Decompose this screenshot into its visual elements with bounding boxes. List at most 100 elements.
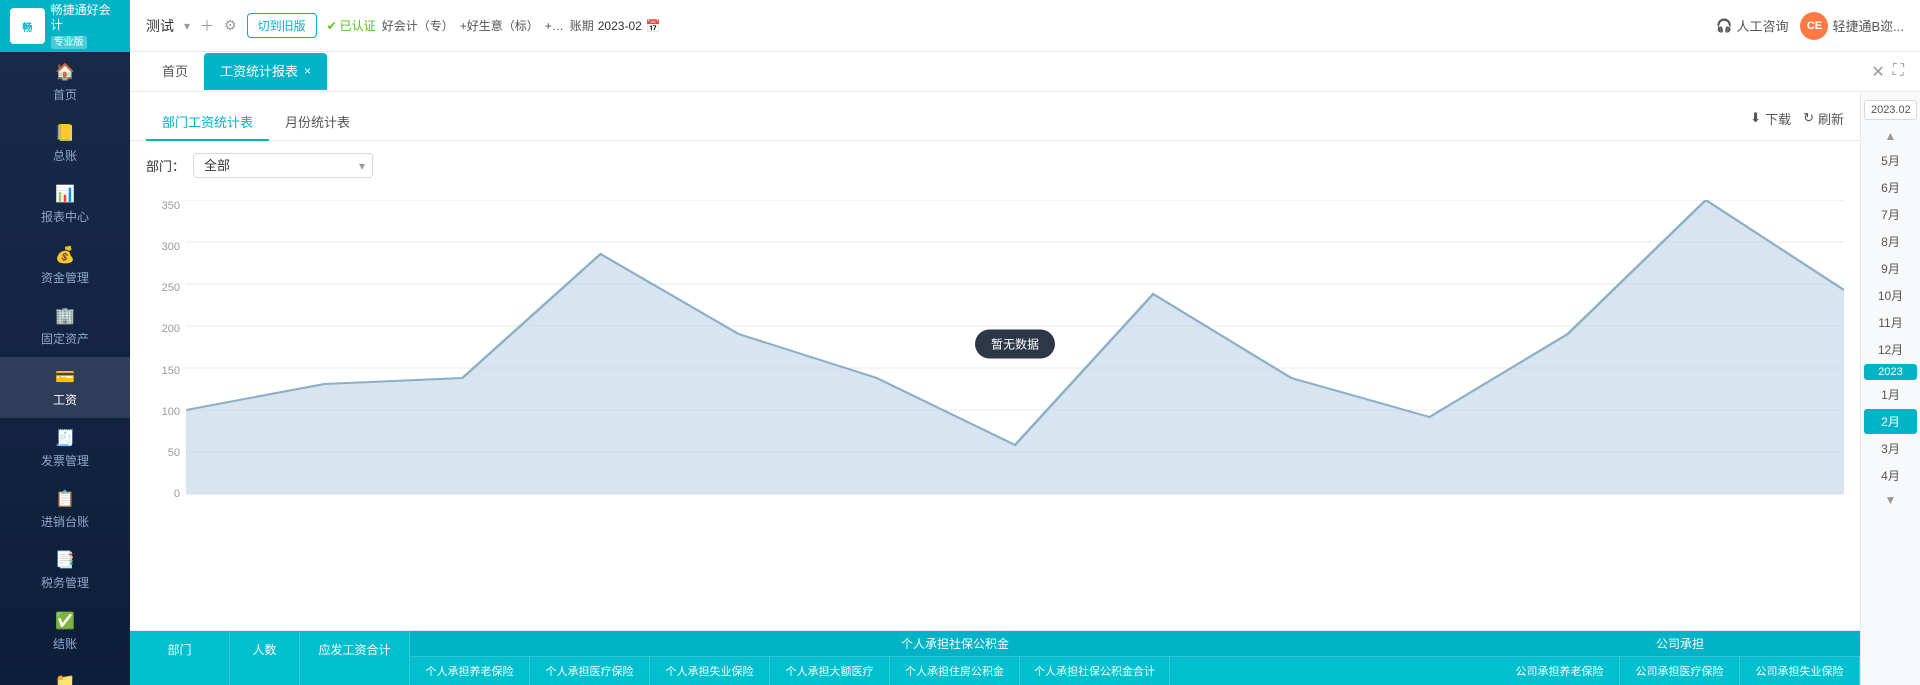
th-count: 人数	[230, 631, 300, 685]
content-main: 部门工资统计表 月份统计表 ⬇ 下载 ↻ 刷新	[130, 92, 1860, 685]
th-dept: 部门	[130, 631, 230, 685]
user-menu[interactable]: CE 轻捷通B迩...	[1800, 12, 1904, 40]
assets-icon: 🏢	[55, 306, 75, 326]
tab-salary[interactable]: 工资统计报表 ×	[204, 53, 327, 90]
dropdown-arrow-icon[interactable]: ▾	[184, 19, 190, 33]
sidebar-item-sales[interactable]: 📋 进销台账	[0, 479, 130, 540]
th-total-salary: 应发工资合计	[300, 631, 410, 685]
panel-month-10[interactable]: 10月	[1864, 283, 1917, 308]
settings-topbar-icon[interactable]: ⚙	[224, 17, 237, 34]
th-company-unemployment: 公司承担失业保险	[1740, 657, 1860, 685]
th-personal-group: 个人承担社保公积金 个人承担养老保险 个人承担医疗保险 个人承担失业保险 个人承…	[410, 631, 1500, 685]
panel-month-7[interactable]: 7月	[1864, 202, 1917, 227]
invoice-icon: 🧾	[55, 428, 75, 448]
project-name: 测试	[146, 16, 174, 36]
verified-tag: ✔ 已认证	[327, 17, 376, 34]
tab-close-icon[interactable]: ×	[304, 64, 311, 78]
archive-icon: 📁	[55, 672, 75, 685]
panel-month-1[interactable]: 1月	[1864, 382, 1917, 407]
add-icon[interactable]: ＋	[200, 16, 214, 36]
panel-nav-down[interactable]: ▼	[1881, 490, 1901, 510]
filter-bar: 部门： 全部 ▾	[130, 141, 1860, 190]
right-panel: 2023.02 ▲ 5月 6月 7月 8月 9月 10月 11月 12月 202…	[1860, 92, 1920, 685]
download-icon: ⬇	[1750, 110, 1761, 126]
sidebar-item-funds[interactable]: 💰 资金管理	[0, 235, 130, 296]
topbar: 测试 ▾ ＋ ⚙ 切到旧版 ✔ 已认证 好会计（专） +好生意（标） +… 账期…	[130, 0, 1920, 52]
th-personal-unemployment: 个人承担失业保险	[650, 657, 770, 685]
dept-filter-label: 部门：	[146, 156, 185, 175]
y-label-100: 100	[162, 406, 180, 418]
sales-icon: 📋	[55, 489, 75, 509]
chart-svg	[186, 200, 1844, 500]
y-label-350: 350	[162, 200, 180, 212]
th-company-group: 公司承担 公司承担养老保险 公司承担医疗保险 公司承担失业保险	[1500, 631, 1860, 685]
sidebar: 畅 畅捷通好会计 专业版 🏠 首页 📒 总账 📊 报表中心 💰 资金管理 🏢 固…	[0, 0, 130, 685]
sidebar-item-tax[interactable]: 📑 税务管理	[0, 540, 130, 601]
sidebar-item-invoice[interactable]: 🧾 发票管理	[0, 418, 130, 479]
sidebar-item-archive[interactable]: 📁 归档管理	[0, 662, 130, 685]
th-personal-medical: 个人承担医疗保险	[530, 657, 650, 685]
panel-month-4[interactable]: 4月	[1864, 463, 1917, 488]
panel-month-5[interactable]: 5月	[1864, 148, 1917, 173]
expand-window-icon[interactable]: ⛶	[1893, 62, 1904, 82]
chart-area: 350 300 250 200 150 100 50 0	[130, 190, 1860, 630]
sidebar-item-assets[interactable]: 🏢 固定资产	[0, 296, 130, 357]
sub-tab-dept[interactable]: 部门工资统计表	[146, 104, 269, 141]
panel-month-9[interactable]: 9月	[1864, 256, 1917, 281]
panel-month-12[interactable]: 12月	[1864, 337, 1917, 362]
th-personal-housing: 个人承担住房公积金	[890, 657, 1020, 685]
sub-tabs: 部门工资统计表 月份统计表 ⬇ 下载 ↻ 刷新	[130, 92, 1860, 141]
chart-area-fill	[186, 200, 1844, 494]
sub-tab-actions: ⬇ 下载 ↻ 刷新	[1750, 109, 1844, 136]
sidebar-item-ledger[interactable]: 📒 总账	[0, 113, 130, 174]
y-label-300: 300	[162, 241, 180, 253]
funds-icon: 💰	[55, 245, 75, 265]
sidebar-item-home[interactable]: 🏠 首页	[0, 52, 130, 113]
th-personal-major-medical: 个人承担大额医疗	[770, 657, 890, 685]
sub-tab-monthly[interactable]: 月份统计表	[269, 104, 366, 141]
page-tabs: 首页 工资统计报表 × ✕ ⛶	[130, 52, 1920, 92]
y-label-250: 250	[162, 282, 180, 294]
tag-more: +…	[545, 19, 564, 33]
sidebar-item-salary[interactable]: 💳 工资	[0, 357, 130, 418]
panel-month-6[interactable]: 6月	[1864, 175, 1917, 200]
th-personal-total: 个人承担社保公积金合计	[1020, 657, 1170, 685]
calendar-icon[interactable]: 📅	[646, 19, 661, 33]
chart-svg-container: 暂无数据	[186, 200, 1844, 500]
reports-icon: 📊	[55, 184, 75, 204]
refresh-button[interactable]: ↻ 刷新	[1803, 109, 1844, 128]
sidebar-item-reports[interactable]: 📊 报表中心	[0, 174, 130, 235]
panel-date-label: 2023.02	[1864, 100, 1917, 120]
consult-button[interactable]: 🎧 人工咨询	[1716, 16, 1788, 35]
checkout-icon: ✅	[55, 611, 75, 631]
logo-text: 畅捷通好会计 专业版	[51, 3, 120, 50]
close-window-icon[interactable]: ✕	[1871, 62, 1884, 82]
topbar-tags: ✔ 已认证 好会计（专） +好生意（标） +… 账期 2023-02 📅	[327, 17, 1707, 34]
table-header: 部门 人数 应发工资合计 个人承担社保公积金 个人承担养老保险 个人承担医疗保险…	[130, 631, 1860, 685]
topbar-right: 🎧 人工咨询 CE 轻捷通B迩...	[1716, 12, 1904, 40]
panel-month-2-active[interactable]: 2月	[1864, 409, 1917, 434]
panel-month-3[interactable]: 3月	[1864, 436, 1917, 461]
tax-icon: 📑	[55, 550, 75, 570]
main-content: 测试 ▾ ＋ ⚙ 切到旧版 ✔ 已认证 好会计（专） +好生意（标） +… 账期…	[130, 0, 1920, 685]
chart-wrapper: 350 300 250 200 150 100 50 0	[146, 190, 1844, 530]
tag-business: +好生意（标）	[460, 17, 539, 34]
th-personal-pension: 个人承担养老保险	[410, 657, 530, 685]
salary-icon: 💳	[55, 367, 75, 387]
sidebar-nav: 🏠 首页 📒 总账 📊 报表中心 💰 资金管理 🏢 固定资产 💳 工资 🧾 发票…	[0, 52, 130, 685]
switch-version-button[interactable]: 切到旧版	[247, 13, 317, 38]
ledger-icon: 📒	[55, 123, 75, 143]
th-company-pension: 公司承担养老保险	[1500, 657, 1620, 685]
avatar: CE	[1800, 12, 1828, 40]
th-company-group-header: 公司承担	[1500, 631, 1860, 657]
panel-nav-up[interactable]: ▲	[1881, 126, 1901, 146]
sidebar-item-checkout[interactable]: ✅ 结账	[0, 601, 130, 662]
panel-month-11[interactable]: 11月	[1864, 310, 1917, 335]
panel-month-8[interactable]: 8月	[1864, 229, 1917, 254]
tab-home[interactable]: 首页	[146, 53, 204, 90]
salary-container: 部门工资统计表 月份统计表 ⬇ 下载 ↻ 刷新	[130, 92, 1860, 685]
tag-accounting: 好会计（专）	[382, 17, 454, 34]
download-button[interactable]: ⬇ 下载	[1750, 109, 1791, 128]
check-icon: ✔	[327, 19, 337, 33]
dept-filter-select[interactable]: 全部	[193, 153, 373, 178]
